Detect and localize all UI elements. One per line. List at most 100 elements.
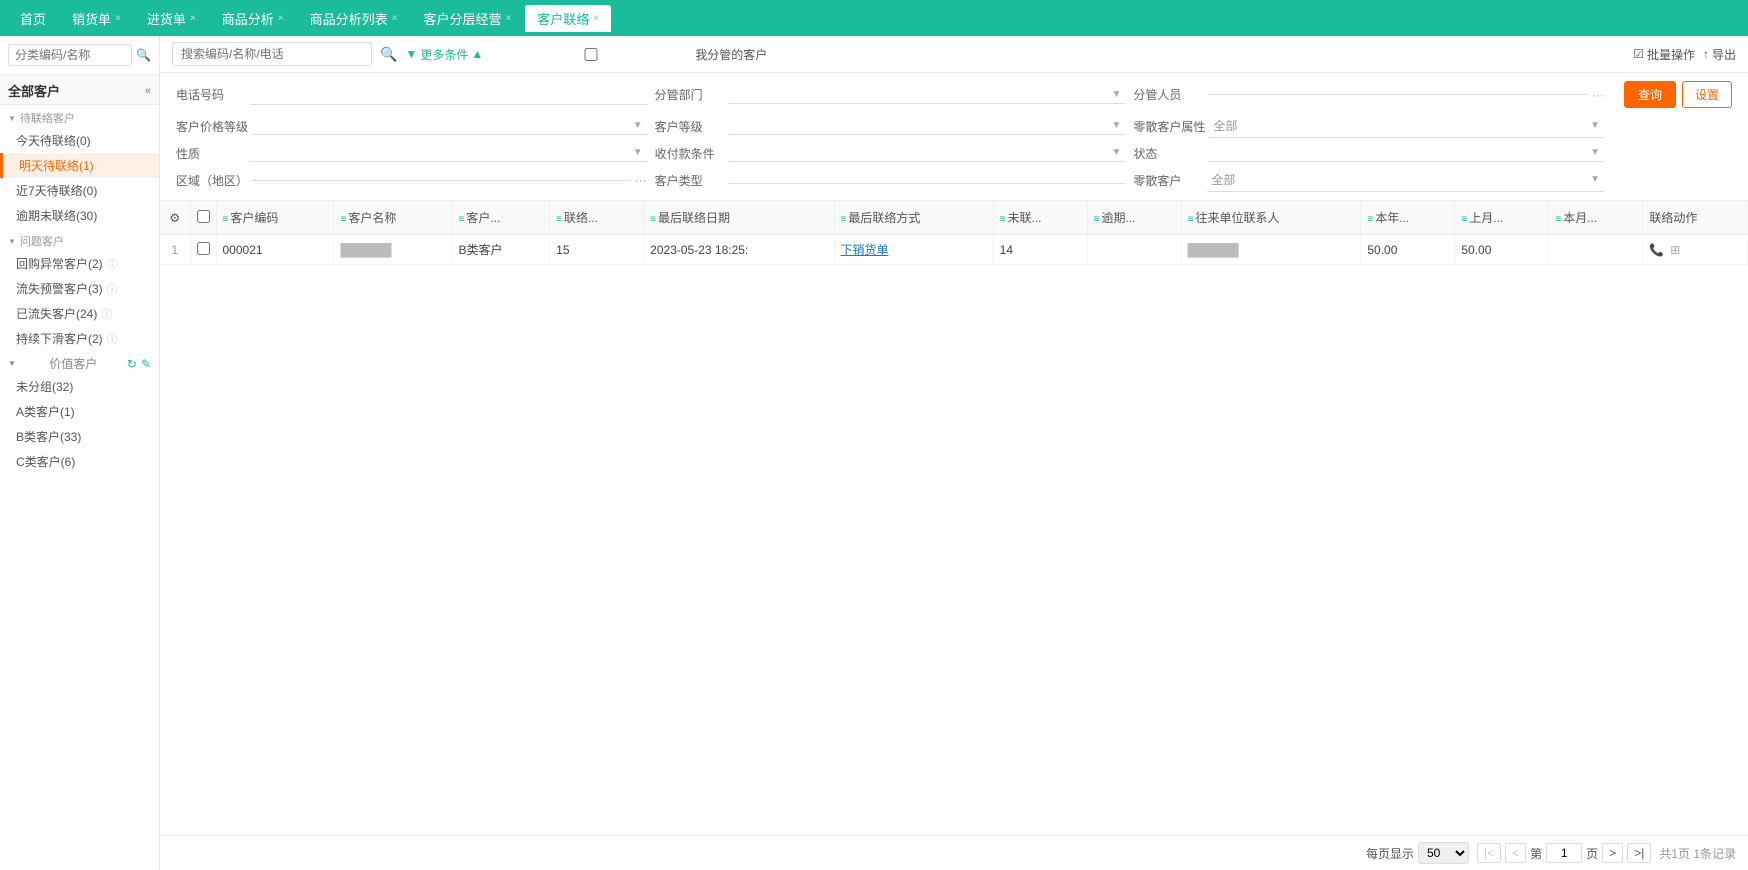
row-contact-count: 15 [550,235,644,265]
price-level-select[interactable]: ▼ [252,117,647,135]
pagination-nav: |< < 第 页 > >| [1477,843,1651,863]
table-footer: 每页显示 50 100 200 |< < 第 页 > >| 共1页 1条记录 [160,835,1748,870]
sidebar-item-tomorrow-contact[interactable]: 明天待联络(1) [0,153,159,178]
person-dots-btn[interactable]: ··· [1592,88,1604,102]
nature-select[interactable]: ▼ [250,144,647,162]
retail-customer-label: 零散客户 [1133,172,1203,189]
col-overdue[interactable]: ≡逾期... [1087,201,1181,235]
search-input[interactable] [172,42,372,66]
nav-customer-contact[interactable]: 客户联络 × [525,5,611,32]
export-button[interactable]: ↑ 导出 [1703,46,1736,63]
nav-close-customer-segmentation[interactable]: × [505,13,511,24]
my-customers-checkbox[interactable] [491,48,691,61]
nav-close-product-analysis-list[interactable]: × [392,13,398,24]
refresh-icon[interactable]: ↻ [127,357,137,371]
status-arrow-icon: ▼ [1590,147,1600,158]
edit-icon[interactable]: ✎ [141,357,151,371]
sidebar-item-today-contact[interactable]: 今天待联络(0) [0,128,159,153]
first-page-btn[interactable]: |< [1477,843,1501,863]
nav-close-customer-contact[interactable]: × [593,13,599,24]
row-number: 1 [160,235,190,265]
col-unit-contact[interactable]: ≡往来单位联系人 [1181,201,1361,235]
nav-product-analysis-list[interactable]: 商品分析列表 × [298,5,410,32]
query-button[interactable]: 查询 [1624,81,1676,108]
col-uncontacted[interactable]: ≡未联... [993,201,1087,235]
col-checkbox[interactable] [190,201,216,235]
col-contact-count[interactable]: ≡联络... [550,201,644,235]
row-last-contact-method[interactable]: 下销货单 [834,235,993,265]
col-last-contact-date[interactable]: ≡最后联络日期 [644,201,834,235]
nav-close-product-analysis[interactable]: × [278,13,284,24]
row-checkbox[interactable] [197,242,210,255]
col-this-month[interactable]: ≡本月... [1549,201,1643,235]
page-number-input[interactable] [1546,843,1582,863]
row-action-icons[interactable]: 📞 ⊞ [1643,235,1748,265]
customer-type-select[interactable] [729,177,1126,184]
col-this-year[interactable]: ≡本年... [1361,201,1455,235]
region-dots-btn[interactable]: ··· [635,173,647,187]
sidebar-item-overdue-contact[interactable]: 逾期未联络(30) [0,203,159,228]
sidebar-collapse-btn[interactable]: « [145,85,151,97]
sidebar-all-customers-header[interactable]: 全部客户 « [0,75,159,105]
last-page-btn[interactable]: >| [1627,843,1651,863]
col-settings[interactable]: ⚙ [160,201,190,235]
sidebar-item-7days-contact[interactable]: 近7天待联络(0) [0,178,159,203]
filter-field-nature: 性质 ▼ [176,144,647,162]
retail-customer-select[interactable]: 全部 ▼ [1207,168,1604,192]
sidebar-item-b-class[interactable]: B类客户(33) [0,424,159,449]
top-nav: 首页 销货单 × 进货单 × 商品分析 × 商品分析列表 × 客户分层经营 × … [0,0,1748,36]
retail-customer-arrow-icon: ▼ [1590,174,1600,185]
col-customer-code[interactable]: ≡客户编码 [216,201,334,235]
payment-terms-select[interactable]: ▼ [729,144,1126,162]
select-all-checkbox[interactable] [197,210,210,223]
prev-page-btn[interactable]: < [1505,843,1526,863]
next-page-btn[interactable]: > [1602,843,1623,863]
nature-label: 性质 [176,145,246,162]
nav-close-purchase-order[interactable]: × [190,13,196,24]
search-button[interactable]: 🔍 [380,46,397,63]
batch-op-button[interactable]: ☑ 批量操作 [1633,46,1695,63]
sidebar-search-input[interactable] [8,44,132,66]
filter-field-dept: 分管部门 ▼ [655,86,1126,104]
retail-attr-label: 零散客户属性 [1133,118,1205,135]
row-checkbox-cell[interactable] [190,235,216,265]
nav-sales-order[interactable]: 销货单 × [60,5,133,32]
action-grid-icon[interactable]: ⊞ [1670,243,1680,257]
sidebar-item-churned[interactable]: 已流失客户(24) ⓘ [0,301,159,326]
sidebar-item-ungrouped[interactable]: 未分组(32) [0,374,159,399]
sidebar-item-c-class[interactable]: C类客户(6) [0,449,159,474]
status-select[interactable]: ▼ [1207,144,1604,162]
filter-bar: 🔍 ▼ 更多条件 ▲ 我分管的客户 ☑ 批量操作 ↑ 导出 [160,36,1748,73]
sidebar-waiting-contact-group[interactable]: 待联络客户 [0,105,159,128]
col-customer-name[interactable]: ≡客户名称 [334,201,452,235]
sidebar-value-group[interactable]: 价值客户 ↻ ✎ [0,351,159,374]
nav-customer-segmentation[interactable]: 客户分层经营 × [411,5,523,32]
sidebar-item-repurchase-anomaly[interactable]: 回购异常客户(2) ⓘ [0,251,159,276]
sidebar-item-churn-warning[interactable]: 流失预警客户(3) ⓘ [0,276,159,301]
nav-home[interactable]: 首页 [8,5,58,32]
action-phone-icon[interactable]: 📞 [1649,243,1664,257]
nature-arrow-icon: ▼ [633,147,643,158]
nav-product-analysis[interactable]: 商品分析 × [210,5,296,32]
customer-level-arrow-icon: ▼ [1111,120,1121,131]
sidebar-problem-group[interactable]: 问题客户 [0,228,159,251]
customer-level-select[interactable]: ▼ [729,117,1126,135]
advanced-filter-panel: 电话号码 分管部门 ▼ 分管人员 ··· 查询 设置 [160,73,1748,201]
sidebar: 🔍 全部客户 « 待联络客户 今天待联络(0) 明天待联络(1) 近7天待联络(… [0,36,160,870]
sidebar-search-icon[interactable]: 🔍 [136,48,151,62]
phone-input[interactable] [250,84,647,105]
col-last-month[interactable]: ≡上月... [1455,201,1549,235]
person-label: 分管人员 [1133,86,1203,103]
col-last-contact-method[interactable]: ≡最后联络方式 [834,201,993,235]
settings-button[interactable]: 设置 [1682,81,1732,108]
my-customers-checkbox-label[interactable]: 我分管的客户 [491,46,767,63]
retail-attr-select[interactable]: 全部 ▼ [1209,114,1604,138]
nav-purchase-order[interactable]: 进货单 × [135,5,208,32]
more-conditions-button[interactable]: ▼ 更多条件 ▲ [405,46,483,63]
sidebar-item-declining[interactable]: 持续下滑客户(2) ⓘ [0,326,159,351]
page-size-select[interactable]: 50 100 200 [1418,842,1469,864]
sidebar-item-a-class[interactable]: A类客户(1) [0,399,159,424]
dept-select[interactable]: ▼ [729,86,1126,104]
col-customer-type[interactable]: ≡客户... [452,201,550,235]
nav-close-sales-order[interactable]: × [115,13,121,24]
